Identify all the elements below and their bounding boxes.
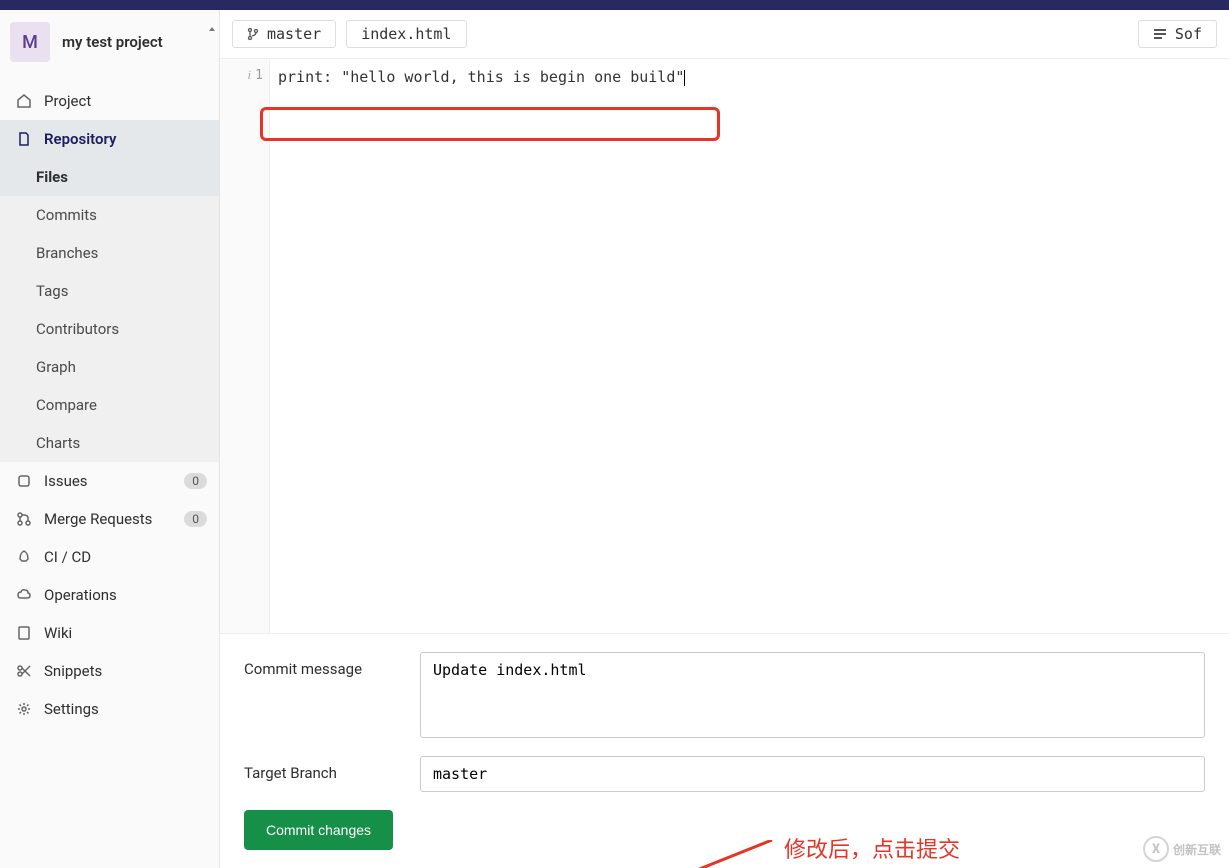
- sidebar-sub-commits[interactable]: Commits: [0, 196, 219, 234]
- sidebar-item-wiki[interactable]: Wiki: [0, 614, 219, 652]
- rocket-icon: [12, 549, 36, 565]
- badge: 0: [184, 473, 207, 489]
- commit-message-input[interactable]: Update index.html: [420, 652, 1205, 738]
- commit-message-label: Commit message: [244, 652, 420, 738]
- settings-icon: [1153, 28, 1167, 40]
- sidebar-item-repository[interactable]: Repository: [0, 120, 219, 158]
- sidebar-item-merge-requests[interactable]: Merge Requests 0: [0, 500, 219, 538]
- sidebar-item-snippets[interactable]: Snippets: [0, 652, 219, 690]
- sidebar-sub-contributors[interactable]: Contributors: [0, 310, 219, 348]
- sidebar-item-cicd[interactable]: CI / CD: [0, 538, 219, 576]
- text-cursor: [684, 70, 685, 86]
- home-icon: [12, 93, 36, 109]
- sidebar-item-project[interactable]: Project: [0, 82, 219, 120]
- filename-box[interactable]: index.html: [346, 20, 466, 48]
- annotation-text: 修改后，点击提交: [784, 832, 960, 864]
- branch-icon: [247, 27, 259, 41]
- sidebar-sub-compare[interactable]: Compare: [0, 386, 219, 424]
- project-avatar: M: [10, 22, 50, 62]
- sidebar-sub-graph[interactable]: Graph: [0, 348, 219, 386]
- code-editor[interactable]: i1 print: "hello world, this is begin on…: [220, 59, 1229, 634]
- wrap-label: Sof: [1175, 25, 1202, 43]
- sidebar-item-settings[interactable]: Settings: [0, 690, 219, 728]
- target-branch-label: Target Branch: [244, 756, 420, 792]
- project-name: my test project: [62, 33, 163, 51]
- sidebar-item-label: Project: [44, 92, 91, 110]
- branch-name: master: [267, 25, 321, 43]
- sidebar-item-label: Operations: [44, 586, 117, 604]
- book-icon: [12, 625, 36, 641]
- file-icon: [12, 131, 36, 147]
- branch-selector[interactable]: master: [232, 20, 336, 48]
- sidebar-header[interactable]: M my test project: [0, 10, 219, 82]
- editor-toolbar: master index.html Sof: [220, 10, 1229, 59]
- cloud-icon: [12, 587, 36, 603]
- annotation-arrow: [672, 840, 782, 868]
- target-branch-input[interactable]: [420, 756, 1205, 792]
- sidebar-item-label: Snippets: [44, 662, 102, 680]
- scissors-icon: [12, 663, 36, 679]
- filename: index.html: [361, 25, 451, 43]
- sidebar: M my test project Project Repository Fil…: [0, 10, 220, 868]
- sidebar-item-label: Merge Requests: [44, 510, 152, 528]
- gear-icon: [12, 701, 36, 717]
- issues-icon: [12, 473, 36, 489]
- code-area[interactable]: print: "hello world, this is begin one b…: [270, 59, 1229, 633]
- info-icon: i: [248, 67, 252, 83]
- watermark-logo-icon: X: [1143, 836, 1169, 862]
- collapse-icon[interactable]: [207, 24, 217, 34]
- sidebar-sub-branches[interactable]: Branches: [0, 234, 219, 272]
- sidebar-item-label: Settings: [44, 700, 99, 718]
- commit-form: Commit message Update index.html Target …: [220, 634, 1229, 868]
- main-content: master index.html Sof i1 print: "hello w…: [220, 10, 1229, 868]
- sidebar-sub-files[interactable]: Files: [0, 158, 219, 196]
- sidebar-item-label: Wiki: [44, 624, 72, 642]
- merge-icon: [12, 511, 36, 527]
- sidebar-sub-tags[interactable]: Tags: [0, 272, 219, 310]
- sidebar-item-label: CI / CD: [44, 548, 91, 566]
- watermark-text: 创新互联: [1173, 841, 1221, 858]
- commit-changes-button[interactable]: Commit changes: [244, 810, 393, 850]
- sidebar-item-issues[interactable]: Issues 0: [0, 462, 219, 500]
- sidebar-item-operations[interactable]: Operations: [0, 576, 219, 614]
- code-text: print: "hello world, this is begin one b…: [278, 68, 684, 86]
- watermark: X 创新互联: [1143, 836, 1221, 862]
- top-bar: [0, 0, 1229, 10]
- gutter: i1: [220, 59, 270, 633]
- line-number: 1: [255, 68, 263, 83]
- sidebar-subnav: Files Commits Branches Tags Contributors…: [0, 158, 219, 462]
- sidebar-sub-charts[interactable]: Charts: [0, 424, 219, 462]
- sidebar-item-label: Repository: [44, 130, 116, 148]
- wrap-toggle[interactable]: Sof: [1138, 20, 1217, 48]
- badge: 0: [184, 511, 207, 527]
- sidebar-item-label: Issues: [44, 472, 88, 490]
